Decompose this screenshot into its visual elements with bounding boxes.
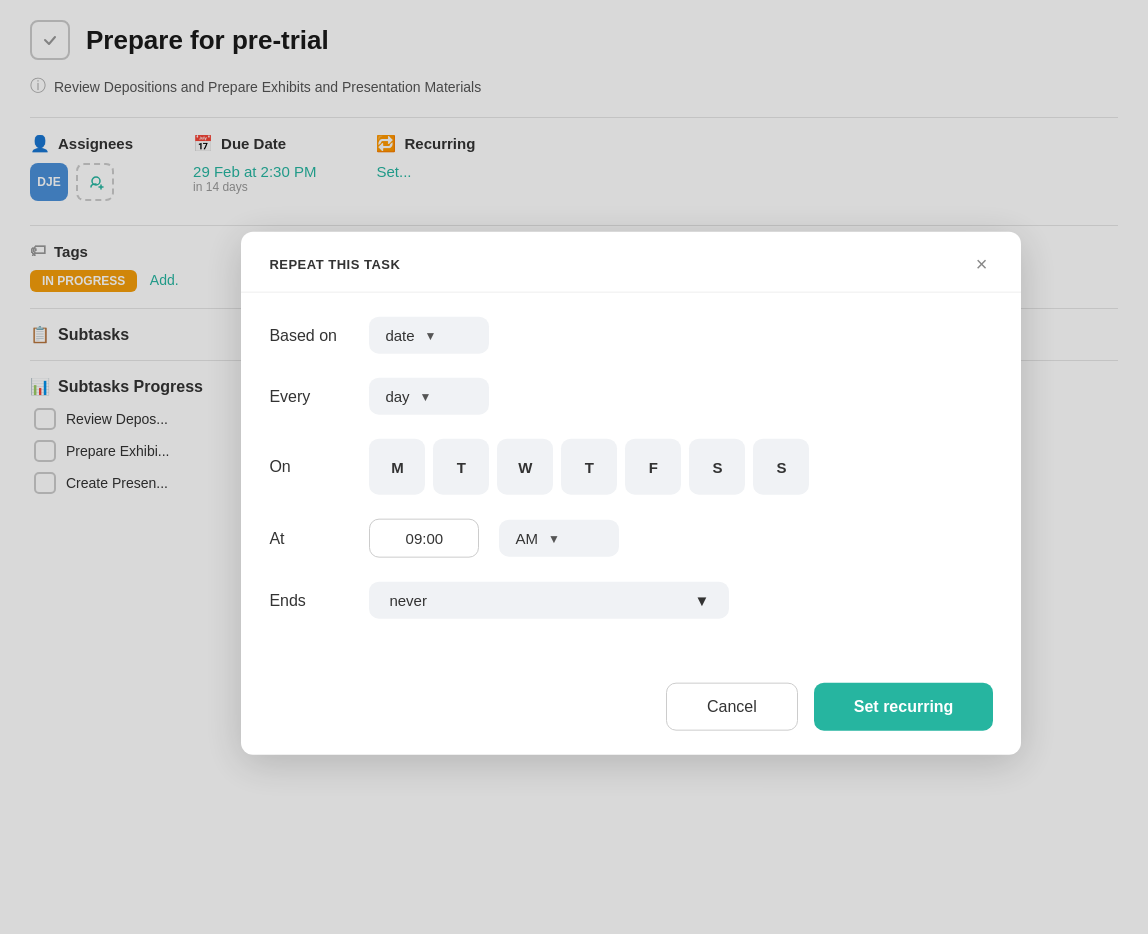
at-row: At AM ▼ — [269, 519, 993, 558]
based-on-label: Based on — [269, 326, 349, 344]
period-chevron-icon: ▼ — [548, 531, 560, 545]
set-recurring-button[interactable]: Set recurring — [814, 683, 994, 731]
based-on-dropdown[interactable]: date ▼ — [369, 317, 489, 354]
every-dropdown[interactable]: day ▼ — [369, 378, 489, 415]
modal-header: REPEAT THIS TASK × — [241, 232, 1021, 293]
repeat-task-modal: REPEAT THIS TASK × Based on date ▼ Every… — [241, 232, 1021, 755]
modal-close-button[interactable]: × — [970, 252, 994, 276]
every-label: Every — [269, 387, 349, 405]
at-label: At — [269, 529, 349, 547]
every-chevron-icon: ▼ — [420, 389, 432, 403]
day-friday[interactable]: F — [625, 439, 681, 495]
day-monday[interactable]: M — [369, 439, 425, 495]
day-thursday[interactable]: T — [561, 439, 617, 495]
ends-dropdown[interactable]: never ▼ — [369, 582, 729, 619]
on-label: On — [269, 458, 349, 476]
cancel-button[interactable]: Cancel — [666, 683, 798, 731]
ends-label: Ends — [269, 591, 349, 609]
ends-row: Ends never ▼ — [269, 582, 993, 619]
every-row: Every day ▼ — [269, 378, 993, 415]
day-wednesday[interactable]: W — [497, 439, 553, 495]
modal-title: REPEAT THIS TASK — [269, 256, 400, 271]
on-row: On M T W T F S S — [269, 439, 993, 495]
based-on-chevron-icon: ▼ — [425, 328, 437, 342]
day-buttons: M T W T F S S — [369, 439, 809, 495]
ends-chevron-icon: ▼ — [695, 592, 710, 609]
day-saturday[interactable]: S — [689, 439, 745, 495]
modal-footer: Cancel Set recurring — [241, 667, 1021, 755]
based-on-row: Based on date ▼ — [269, 317, 993, 354]
time-input[interactable] — [369, 519, 479, 558]
day-tuesday[interactable]: T — [433, 439, 489, 495]
period-dropdown[interactable]: AM ▼ — [499, 520, 619, 557]
day-sunday[interactable]: S — [753, 439, 809, 495]
modal-body: Based on date ▼ Every day ▼ On M T W T F — [241, 293, 1021, 667]
